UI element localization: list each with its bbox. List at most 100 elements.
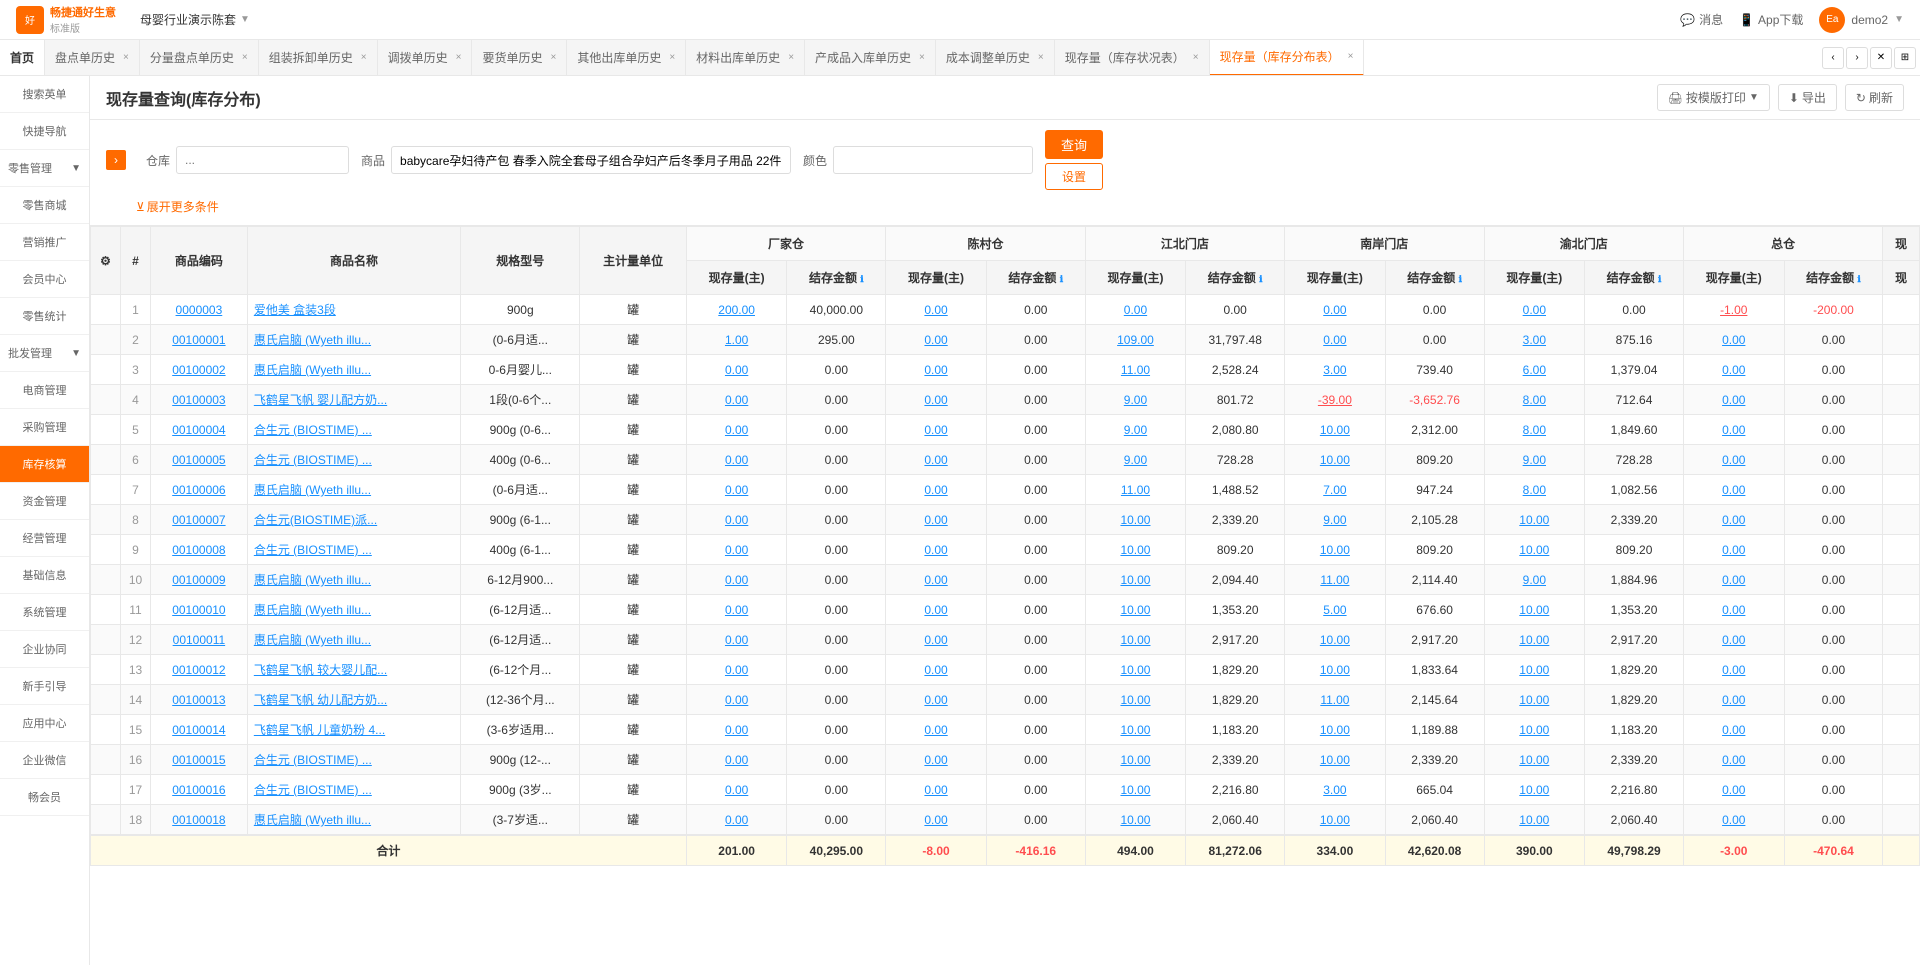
table-cell-1-8[interactable]: 0.00 xyxy=(886,295,987,325)
tab-item-4[interactable]: 调拨单历史× xyxy=(378,40,473,76)
table-cell-15-2[interactable]: 00100014 xyxy=(151,715,248,745)
table-cell-14-6[interactable]: 0.00 xyxy=(686,685,787,715)
table-cell-1-16[interactable]: -1.00 xyxy=(1683,295,1784,325)
sidebar-item-15[interactable]: 企业协同 xyxy=(0,631,89,668)
warehouse-input[interactable] xyxy=(176,146,349,174)
tab-close-icon-11[interactable]: × xyxy=(1348,51,1354,62)
table-cell-10-8[interactable]: 0.00 xyxy=(886,565,987,595)
table-cell-6-2[interactable]: 00100005 xyxy=(151,445,248,475)
sidebar-item-8[interactable]: 电商管理 xyxy=(0,372,89,409)
table-cell-6-10[interactable]: 9.00 xyxy=(1085,445,1186,475)
table-cell-15-6[interactable]: 0.00 xyxy=(686,715,787,745)
user-area[interactable]: Ea demo2 ▼ xyxy=(1819,7,1904,33)
table-cell-7-8[interactable]: 0.00 xyxy=(886,475,987,505)
table-cell-10-14[interactable]: 9.00 xyxy=(1484,565,1585,595)
table-cell-10-6[interactable]: 0.00 xyxy=(686,565,787,595)
table-cell-18-16[interactable]: 0.00 xyxy=(1683,805,1784,836)
table-cell-15-8[interactable]: 0.00 xyxy=(886,715,987,745)
table-cell-12-10[interactable]: 10.00 xyxy=(1085,625,1186,655)
sidebar-item-3[interactable]: 零售商城 xyxy=(0,187,89,224)
table-cell-6-16[interactable]: 0.00 xyxy=(1683,445,1784,475)
table-cell-15-10[interactable]: 10.00 xyxy=(1085,715,1186,745)
table-cell-15-16[interactable]: 0.00 xyxy=(1683,715,1784,745)
table-cell-8-8[interactable]: 0.00 xyxy=(886,505,987,535)
table-cell-6-12[interactable]: 10.00 xyxy=(1285,445,1386,475)
table-cell-4-10[interactable]: 9.00 xyxy=(1085,385,1186,415)
app-download-btn[interactable]: 📱 App下载 xyxy=(1739,11,1803,28)
table-cell-11-2[interactable]: 00100010 xyxy=(151,595,248,625)
table-cell-5-6[interactable]: 0.00 xyxy=(686,415,787,445)
table-cell-16-12[interactable]: 10.00 xyxy=(1285,745,1386,775)
table-cell-2-2[interactable]: 00100001 xyxy=(151,325,248,355)
table-cell-18-10[interactable]: 10.00 xyxy=(1085,805,1186,836)
table-cell-8-6[interactable]: 0.00 xyxy=(686,505,787,535)
table-cell-13-10[interactable]: 10.00 xyxy=(1085,655,1186,685)
sidebar-item-2[interactable]: 零售管理▼ xyxy=(0,150,89,187)
table-cell-6-14[interactable]: 9.00 xyxy=(1484,445,1585,475)
table-cell-9-6[interactable]: 0.00 xyxy=(686,535,787,565)
print-btn[interactable]: 🖨 按模版打印 ▼ xyxy=(1657,84,1770,111)
sidebar-item-9[interactable]: 采购管理 xyxy=(0,409,89,446)
table-cell-13-12[interactable]: 10.00 xyxy=(1285,655,1386,685)
export-btn[interactable]: ⬇ 导出 xyxy=(1778,84,1837,111)
table-cell-8-14[interactable]: 10.00 xyxy=(1484,505,1585,535)
table-cell-13-2[interactable]: 00100012 xyxy=(151,655,248,685)
table-cell-13-8[interactable]: 0.00 xyxy=(886,655,987,685)
tab-close-icon-2[interactable]: × xyxy=(242,52,248,63)
table-cell-17-12[interactable]: 3.00 xyxy=(1285,775,1386,805)
tab-next-btn[interactable]: › xyxy=(1846,47,1868,69)
table-cell-16-6[interactable]: 0.00 xyxy=(686,745,787,775)
table-cell-9-10[interactable]: 10.00 xyxy=(1085,535,1186,565)
table-cell-8-10[interactable]: 10.00 xyxy=(1085,505,1186,535)
tab-item-0[interactable]: 首页 xyxy=(0,40,45,76)
table-cell-9-16[interactable]: 0.00 xyxy=(1683,535,1784,565)
table-cell-3-16[interactable]: 0.00 xyxy=(1683,355,1784,385)
color-input[interactable] xyxy=(833,146,1033,174)
table-cell-8-12[interactable]: 9.00 xyxy=(1285,505,1386,535)
table-cell-9-14[interactable]: 10.00 xyxy=(1484,535,1585,565)
table-cell-11-16[interactable]: 0.00 xyxy=(1683,595,1784,625)
table-cell-2-10[interactable]: 109.00 xyxy=(1085,325,1186,355)
table-cell-1-12[interactable]: 0.00 xyxy=(1285,295,1386,325)
table-cell-7-2[interactable]: 00100006 xyxy=(151,475,248,505)
table-cell-13-6[interactable]: 0.00 xyxy=(686,655,787,685)
table-cell-11-6[interactable]: 0.00 xyxy=(686,595,787,625)
tab-prev-btn[interactable]: ‹ xyxy=(1822,47,1844,69)
table-cell-16-16[interactable]: 0.00 xyxy=(1683,745,1784,775)
tab-item-5[interactable]: 要货单历史× xyxy=(472,40,567,76)
table-cell-3-12[interactable]: 3.00 xyxy=(1285,355,1386,385)
product-input[interactable] xyxy=(391,146,791,174)
table-cell-14-8[interactable]: 0.00 xyxy=(886,685,987,715)
table-cell-7-14[interactable]: 8.00 xyxy=(1484,475,1585,505)
table-cell-2-12[interactable]: 0.00 xyxy=(1285,325,1386,355)
table-cell-12-8[interactable]: 0.00 xyxy=(886,625,987,655)
tab-close-icon-7[interactable]: × xyxy=(788,52,794,63)
table-cell-16-8[interactable]: 0.00 xyxy=(886,745,987,775)
tab-close-icon-3[interactable]: × xyxy=(361,52,367,63)
table-cell-8-16[interactable]: 0.00 xyxy=(1683,505,1784,535)
sidebar-item-6[interactable]: 零售统计 xyxy=(0,298,89,335)
table-cell-6-8[interactable]: 0.00 xyxy=(886,445,987,475)
table-cell-11-14[interactable]: 10.00 xyxy=(1484,595,1585,625)
table-cell-10-2[interactable]: 00100009 xyxy=(151,565,248,595)
table-cell-13-14[interactable]: 10.00 xyxy=(1484,655,1585,685)
table-cell-15-12[interactable]: 10.00 xyxy=(1285,715,1386,745)
tab-close-icon-4[interactable]: × xyxy=(456,52,462,63)
table-cell-9-8[interactable]: 0.00 xyxy=(886,535,987,565)
table-cell-11-10[interactable]: 10.00 xyxy=(1085,595,1186,625)
sidebar-item-5[interactable]: 会员中心 xyxy=(0,261,89,298)
table-cell-18-8[interactable]: 0.00 xyxy=(886,805,987,836)
table-cell-15-14[interactable]: 10.00 xyxy=(1484,715,1585,745)
table-cell-3-10[interactable]: 11.00 xyxy=(1085,355,1186,385)
table-cell-3-14[interactable]: 6.00 xyxy=(1484,355,1585,385)
table-cell-1-14[interactable]: 0.00 xyxy=(1484,295,1585,325)
table-cell-4-8[interactable]: 0.00 xyxy=(886,385,987,415)
tab-close-btn[interactable]: ✕ xyxy=(1870,47,1892,69)
settings-btn[interactable]: 设置 xyxy=(1045,163,1103,190)
table-cell-2-8[interactable]: 0.00 xyxy=(886,325,987,355)
tab-close-icon-8[interactable]: × xyxy=(919,52,925,63)
table-cell-1-10[interactable]: 0.00 xyxy=(1085,295,1186,325)
table-cell-14-2[interactable]: 00100013 xyxy=(151,685,248,715)
collapse-btn[interactable]: › xyxy=(106,150,126,170)
table-cell-17-6[interactable]: 0.00 xyxy=(686,775,787,805)
